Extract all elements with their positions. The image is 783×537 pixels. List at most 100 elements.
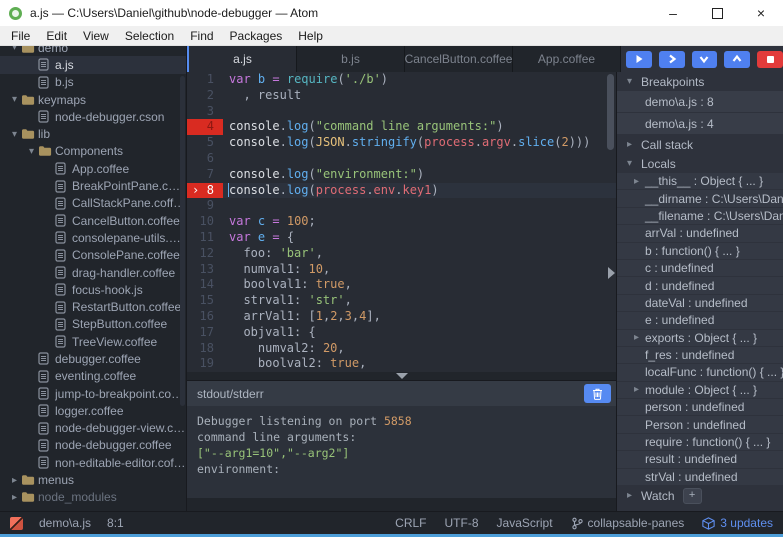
tree-item-keymaps[interactable]: ▾ keymaps xyxy=(0,91,186,108)
tree-item-treeview-coffee[interactable]: TreeView.coffee xyxy=(0,333,186,350)
menu-file[interactable]: File xyxy=(3,29,38,43)
code-line-12[interactable]: 12 foo: 'bar', xyxy=(187,246,616,262)
locals-item[interactable]: result : undefined xyxy=(617,451,783,469)
breakpoint-gutter[interactable]: › 8 xyxy=(187,182,223,199)
line-number-gutter[interactable]: 3 xyxy=(187,104,223,120)
status-line-ending[interactable]: CRLF xyxy=(395,516,426,530)
line-number-gutter[interactable]: 15 xyxy=(187,293,223,309)
tree-item-drag-handler-coffee[interactable]: drag-handler.coffee xyxy=(0,264,186,281)
tree-item-components[interactable]: ▾ Components xyxy=(0,143,186,160)
debug-step-over-button[interactable] xyxy=(658,51,685,68)
tab-cancelbutton-coffee[interactable]: CancelButton.coffee xyxy=(405,46,513,72)
tree-item-debugger-coffee[interactable]: debugger.coffee xyxy=(0,350,186,367)
code-line-4[interactable]: 4 console.log("command line arguments:") xyxy=(187,119,616,136)
tree-item-node-debugger-coffee[interactable]: node-debugger.coffee xyxy=(0,437,186,454)
status-git-branch[interactable]: collapsable-panes xyxy=(571,516,684,530)
line-number-gutter[interactable]: 10 xyxy=(187,214,223,230)
locals-item[interactable]: ▸ exports : Object { ... } xyxy=(617,329,783,347)
line-number-gutter[interactable]: 1 xyxy=(187,72,223,88)
minimize-button[interactable]: – xyxy=(651,0,695,26)
menu-find[interactable]: Find xyxy=(182,29,221,43)
code-line-19[interactable]: 19 boolval2: true, xyxy=(187,356,616,372)
locals-item[interactable]: b : function() { ... } xyxy=(617,242,783,260)
clear-console-button[interactable] xyxy=(584,384,611,403)
tree-item-app-coffee[interactable]: App.coffee xyxy=(0,160,186,177)
breakpoint-gutter[interactable]: 4 xyxy=(187,119,223,136)
menu-packages[interactable]: Packages xyxy=(222,29,291,43)
locals-item[interactable]: arrVal : undefined xyxy=(617,225,783,243)
code-line-6[interactable]: 6 xyxy=(187,151,616,167)
debug-step-in-button[interactable] xyxy=(691,51,718,68)
tree-item-node-debugger-view-coffee[interactable]: node-debugger-view.coffee xyxy=(0,420,186,437)
tree-item-focus-hook-js[interactable]: focus-hook.js xyxy=(0,281,186,298)
breakpoints-item[interactable]: demo\a.js : 8 xyxy=(617,91,783,112)
status-updates[interactable]: 3 updates xyxy=(702,516,773,530)
code-line-13[interactable]: 13 numval1: 10, xyxy=(187,262,616,278)
code-line-10[interactable]: 10 var c = 100; xyxy=(187,214,616,230)
code-line-17[interactable]: 17 objval1: { xyxy=(187,325,616,341)
tree-item-cancelbutton-coffee[interactable]: CancelButton.coffee xyxy=(0,212,186,229)
editor-scrollbar[interactable] xyxy=(607,74,614,150)
locals-item[interactable]: d : undefined xyxy=(617,277,783,295)
tree-item-restartbutton-coffee[interactable]: RestartButton.coffee xyxy=(0,298,186,315)
locals-item[interactable]: c : undefined xyxy=(617,259,783,278)
tree-scrollbar[interactable] xyxy=(180,76,185,406)
debug-step-out-button[interactable] xyxy=(724,51,751,68)
tree-item-logger-coffee[interactable]: logger.coffee xyxy=(0,402,186,419)
status-cursor-position[interactable]: 8:1 xyxy=(107,516,124,530)
tab-app-coffee[interactable]: App.coffee xyxy=(513,46,621,72)
locals-item[interactable]: Person : undefined xyxy=(617,416,783,434)
pane-collapse-handle-right[interactable] xyxy=(608,267,615,279)
line-number-gutter[interactable]: 14 xyxy=(187,277,223,293)
locals-item[interactable]: person : undefined xyxy=(617,399,783,417)
debug-continue-button[interactable] xyxy=(626,51,652,68)
code-line-8[interactable]: › 8 console.log(process.env.key1) xyxy=(187,182,616,199)
code-editor[interactable]: 1 var b = require('./b') 2 , result 3 4 conso… xyxy=(187,72,616,372)
tree-item-callstackpane-coffee[interactable]: CallStackPane.coffee xyxy=(0,195,186,212)
tab-b-js[interactable]: b.js xyxy=(297,46,405,72)
code-line-18[interactable]: 18 numval2: 20, xyxy=(187,341,616,357)
menu-edit[interactable]: Edit xyxy=(38,29,75,43)
line-number-gutter[interactable]: 16 xyxy=(187,309,223,325)
tree-item-consolepane-coffee[interactable]: ConsolePane.coffee xyxy=(0,247,186,264)
locals-item[interactable]: e : undefined xyxy=(617,312,783,330)
tree-item-stepbutton-coffee[interactable]: StepButton.coffee xyxy=(0,316,186,333)
line-number-gutter[interactable]: 18 xyxy=(187,341,223,357)
tree-item-node-debugger-cson[interactable]: node-debugger.cson xyxy=(0,108,186,125)
menu-view[interactable]: View xyxy=(75,29,117,43)
code-line-9[interactable]: 9 xyxy=(187,198,616,214)
tree-item-demo[interactable]: ▾ demo xyxy=(0,46,186,56)
code-line-7[interactable]: 7 console.log("environment:") xyxy=(187,167,616,183)
code-line-15[interactable]: 15 strval1: 'str', xyxy=(187,293,616,309)
locals-item[interactable]: localFunc : function() { ... } xyxy=(617,364,783,382)
section-header-breakpoints[interactable]: ▾ Breakpoints xyxy=(617,72,783,91)
menu-selection[interactable]: Selection xyxy=(117,29,182,43)
locals-item[interactable]: strVal : undefined xyxy=(617,468,783,487)
close-button[interactable]: × xyxy=(739,0,783,26)
maximize-button[interactable] xyxy=(695,0,739,26)
tree-item-non-editable-editor-coffee[interactable]: non-editable-editor.coffee xyxy=(0,454,186,471)
deprecation-icon[interactable] xyxy=(10,516,23,530)
debug-stop-button[interactable] xyxy=(757,51,783,68)
section-header-call-stack[interactable]: ▸ Call stack xyxy=(617,135,783,154)
watch-add-button[interactable]: + xyxy=(682,487,702,504)
line-number-gutter[interactable]: 19 xyxy=(187,356,223,372)
tree-item-jump-to-breakpoint-coffee[interactable]: jump-to-breakpoint.coffee xyxy=(0,385,186,402)
tree-item-a-js[interactable]: a.js xyxy=(0,56,186,74)
code-line-2[interactable]: 2 , result xyxy=(187,88,616,104)
status-language[interactable]: JavaScript xyxy=(497,516,553,530)
code-line-16[interactable]: 16 arrVal1: [1,2,3,4], xyxy=(187,309,616,325)
code-line-3[interactable]: 3 xyxy=(187,104,616,120)
locals-item[interactable]: ▸ __this__ : Object { ... } xyxy=(617,173,783,191)
locals-item[interactable]: __filename : C:\Users\Daniel\github xyxy=(617,207,783,226)
code-line-1[interactable]: 1 var b = require('./b') xyxy=(187,72,616,88)
tree-item-eventing-coffee[interactable]: eventing.coffee xyxy=(0,368,186,385)
breakpoints-item[interactable]: demo\a.js : 4 xyxy=(617,113,783,134)
tree-item-menus[interactable]: ▸ menus xyxy=(0,471,186,488)
locals-item[interactable]: ▸ module : Object { ... } xyxy=(617,381,783,400)
locals-item[interactable]: require : function() { ... } xyxy=(617,433,783,452)
line-number-gutter[interactable]: 7 xyxy=(187,167,223,183)
section-header-locals[interactable]: ▾ Locals xyxy=(617,154,783,173)
line-number-gutter[interactable]: 13 xyxy=(187,262,223,278)
line-number-gutter[interactable]: 17 xyxy=(187,325,223,341)
